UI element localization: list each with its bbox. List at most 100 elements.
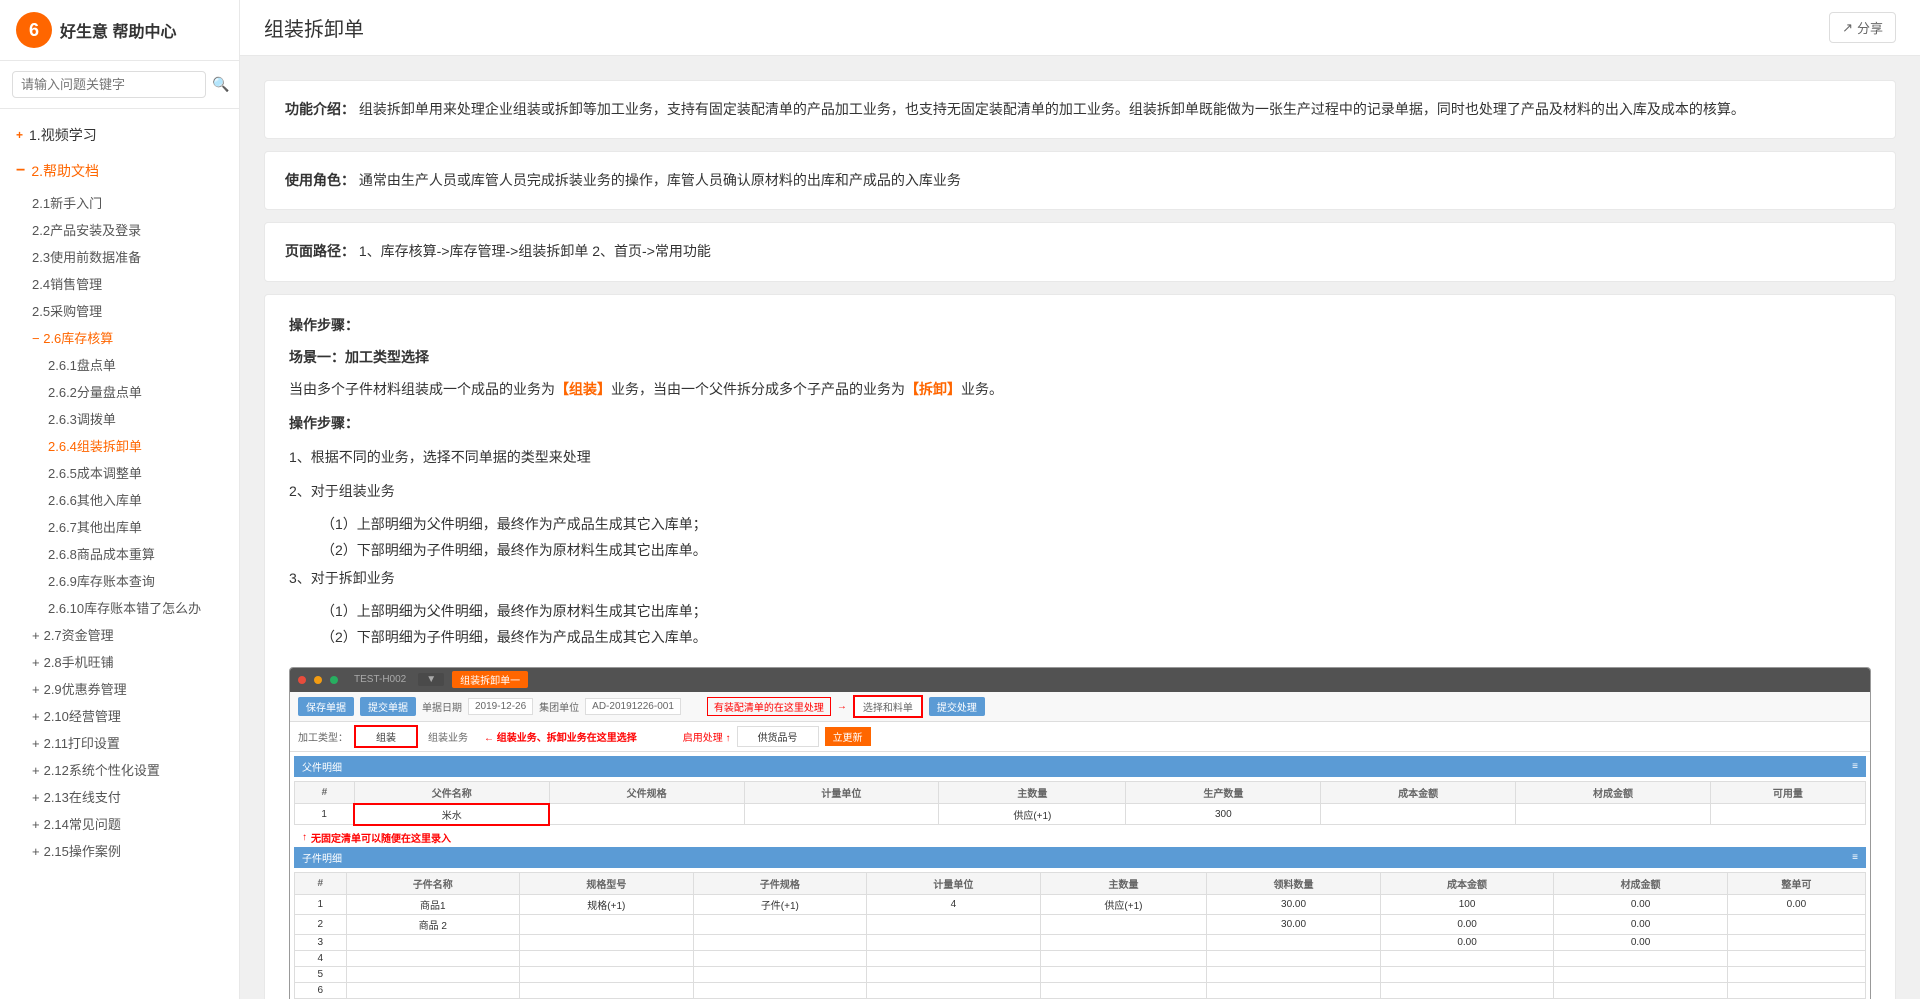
col-no: # [295,781,355,804]
collapse-sub-icon: − [32,331,40,346]
mock-lower-header: 子件明细 ≡ [294,847,1866,868]
col-cost1: 成本金额 [1321,781,1516,804]
table-row: 1 商品1 规格(+1) 子件(+1) 4 供应(+1) 30.00 100 0… [295,894,1866,914]
max-dot [330,676,338,684]
annotation-type: ← 组装业务、拆卸业务在这里选择 [484,729,637,744]
close-dot [298,676,306,684]
sidebar-item-docs-261[interactable]: 2.6.1盘点单 [0,351,239,378]
table-row: 3 0.00 0.00 [295,934,1866,950]
search-input[interactable] [12,71,206,98]
sidebar-item-docs-211[interactable]: +2.11打印设置 [0,729,239,756]
sidebar-item-docs-213[interactable]: +2.13在线支付 [0,783,239,810]
mock-lower-table: # 子件名称 规格型号 子件规格 计量单位 主数量 领料数量 成本金额 材成金额… [294,872,1866,999]
table-row: 2 商品 2 30.00 0.00 0.00 [295,914,1866,934]
table-row: 5 [295,966,1866,982]
intro-block: 功能介绍： 组装拆卸单用来处理企业组装或拆卸等加工业务，支持有固定装配清单的产品… [264,80,1896,139]
expand-icon: + [16,128,23,142]
share-icon: ↗ [1842,20,1853,36]
col-spec: 父件规格 [549,781,744,804]
step3-2: （2）下部明细为子件明细，最终作为产成品生成其它入库单。 [321,624,1871,651]
sidebar-item-docs-29[interactable]: +2.9优惠券管理 [0,675,239,702]
scenario1-desc: 当由多个子件材料组装成一个成品的业务为【组装】业务，当由一个父件拆分成多个子产品… [289,375,1871,403]
sidebar-item-docs-268[interactable]: 2.6.8商品成本重算 [0,540,239,567]
sidebar-header: 6 好生意 帮助中心 [0,0,239,61]
sidebar-item-docs[interactable]: − 2.帮助文档 [0,153,239,189]
sidebar-item-docs-263[interactable]: 2.6.3调拨单 [0,405,239,432]
logo-icon: 6 [16,12,52,48]
mock-nav-date-label: 单据日期 [422,699,462,714]
table-row: 1 米水 供应(+1) 300 [295,804,1866,825]
role-text: 通常由生产人员或库管人员完成拆装业务的操作，库管人员确认原材料的出库和产成品的入… [359,172,961,188]
mock-second-row: 加工类型： 组装 组装业务 ← 组装业务、拆卸业务在这里选择 启用处理 ↑ 供货… [290,722,1870,752]
ops-title: 操作步骤： [289,315,1871,335]
sidebar-item-docs-25[interactable]: 2.5采购管理 [0,297,239,324]
page-title: 组装拆卸单 [264,13,364,42]
mock-enable-btn: 立更新 [825,727,871,746]
main-header: 组装拆卸单 ↗ 分享 [240,0,1920,56]
mock-table-area: 父件明细 ≡ # 父件名称 父件规格 计量单位 主数量 生产数 [290,752,1870,999]
sidebar-item-docs-214[interactable]: +2.14常见问题 [0,810,239,837]
step3: 3、对于拆卸业务 [289,564,1871,592]
sidebar-item-docs-215[interactable]: +2.15操作案例 [0,837,239,864]
sidebar-item-docs-26[interactable]: − 2.6库存核算 [0,324,239,351]
mock-nav-submit: 提交单据 [360,697,416,716]
step2-1: （1）上部明细为父件明细，最终作为产成品生成其它入库单； [321,511,1871,538]
steps-block: 操作步骤： 场景一：加工类型选择 当由多个子件材料组装成一个成品的业务为【组装】… [264,294,1896,999]
mock-nav-num-label: 集团单位 [539,699,579,714]
assemble-keyword: 【组装】 [555,381,611,397]
col-avail: 可用量 [1710,781,1865,804]
sidebar-item-docs-262[interactable]: 2.6.2分量盘点单 [0,378,239,405]
col-qty2: 生产数量 [1126,781,1321,804]
table-row: 6 [295,982,1866,998]
mock-app-title: TEST-H002 [354,674,406,685]
main-area: 组装拆卸单 ↗ 分享 功能介绍： 组装拆卸单用来处理企业组装或拆卸等加工业务，支… [240,0,1920,999]
sidebar-item-docs-212[interactable]: +2.12系统个性化设置 [0,756,239,783]
sidebar-item-docs-24[interactable]: 2.4销售管理 [0,270,239,297]
col-unit: 计量单位 [744,781,939,804]
sidebar-item-docs-2610[interactable]: 2.6.10库存账本错了怎么办 [0,594,239,621]
mock-enable-input: 供货品号 [737,726,819,747]
sidebar-item-docs-22[interactable]: 2.2产品安装及登录 [0,216,239,243]
step2-2: （2）下部明细为子件明细，最终作为原材料生成其它出库单。 [321,537,1871,564]
disassemble-keyword: 【拆卸】 [905,381,961,397]
mock-dropdown: ▼ [418,673,444,686]
sidebar-item-docs-264[interactable]: 2.6.4组装拆卸单 [0,432,239,459]
mock-type-hint: 组装业务 [428,729,468,744]
col-cost2: 材成金额 [1516,781,1711,804]
sidebar-item-docs-269[interactable]: 2.6.9库存账本查询 [0,567,239,594]
sidebar-item-docs-28[interactable]: +2.8手机旺铺 [0,648,239,675]
sidebar-item-docs-23[interactable]: 2.3使用前数据准备 [0,243,239,270]
sidebar-item-docs-27[interactable]: +2.7资金管理 [0,621,239,648]
mock-titlebar: TEST-H002 ▼ 组装拆卸单一 [290,668,1870,692]
mock-navbar: 保存单据 提交单据 单据日期 2019-12-26 集团单位 AD-201912… [290,692,1870,722]
mock-upper-header: 父件明细 ≡ [294,756,1866,777]
scenario1-title: 场景一：加工类型选择 [289,347,1871,367]
brand-name: 好生意 帮助中心 [60,18,176,42]
sidebar-item-docs-267[interactable]: 2.6.7其他出库单 [0,513,239,540]
role-label: 使用角色： [285,172,355,188]
screenshot-mockup: TEST-H002 ▼ 组装拆卸单一 保存单据 提交单据 单据日期 2019-1… [289,667,1871,999]
search-area: 🔍 [0,61,239,109]
mock-new-btn: 组装拆卸单一 [452,671,528,688]
mock-type-label: 加工类型： [298,729,348,744]
main-content: 功能介绍： 组装拆卸单用来处理企业组装或拆卸等加工业务，支持有固定装配清单的产品… [240,56,1920,999]
sidebar-item-video[interactable]: + 1.视频学习 [0,117,239,153]
sidebar-item-docs-210[interactable]: +2.10经营管理 [0,702,239,729]
share-button[interactable]: ↗ 分享 [1829,12,1896,43]
collapse-icon: − [16,163,25,179]
mock-type-select: 组装 [354,725,418,748]
mock-nav-num-val: AD-20191226-001 [585,698,681,715]
intro-label: 功能介绍： [285,101,355,117]
col-name: 父件名称 [354,781,549,804]
col-qty1: 主数量 [939,781,1126,804]
mock-nav-action: 提交处理 [929,697,985,716]
path-label: 页面路径： [285,243,355,259]
search-icon[interactable]: 🔍 [212,76,229,93]
role-block: 使用角色： 通常由生产人员或库管人员完成拆装业务的操作，库管人员确认原材料的出库… [264,151,1896,210]
mock-upper-table: # 父件名称 父件规格 计量单位 主数量 生产数量 成本金额 材成金额 可用量 [294,781,1866,826]
upper-name-cell: 米水 [354,804,549,825]
sidebar-item-docs-266[interactable]: 2.6.6其他入库单 [0,486,239,513]
sidebar-item-docs-265[interactable]: 2.6.5成本调整单 [0,459,239,486]
annotation-arrow-up: ↑ [302,832,307,843]
sidebar-item-docs-21[interactable]: 2.1新手入门 [0,189,239,216]
